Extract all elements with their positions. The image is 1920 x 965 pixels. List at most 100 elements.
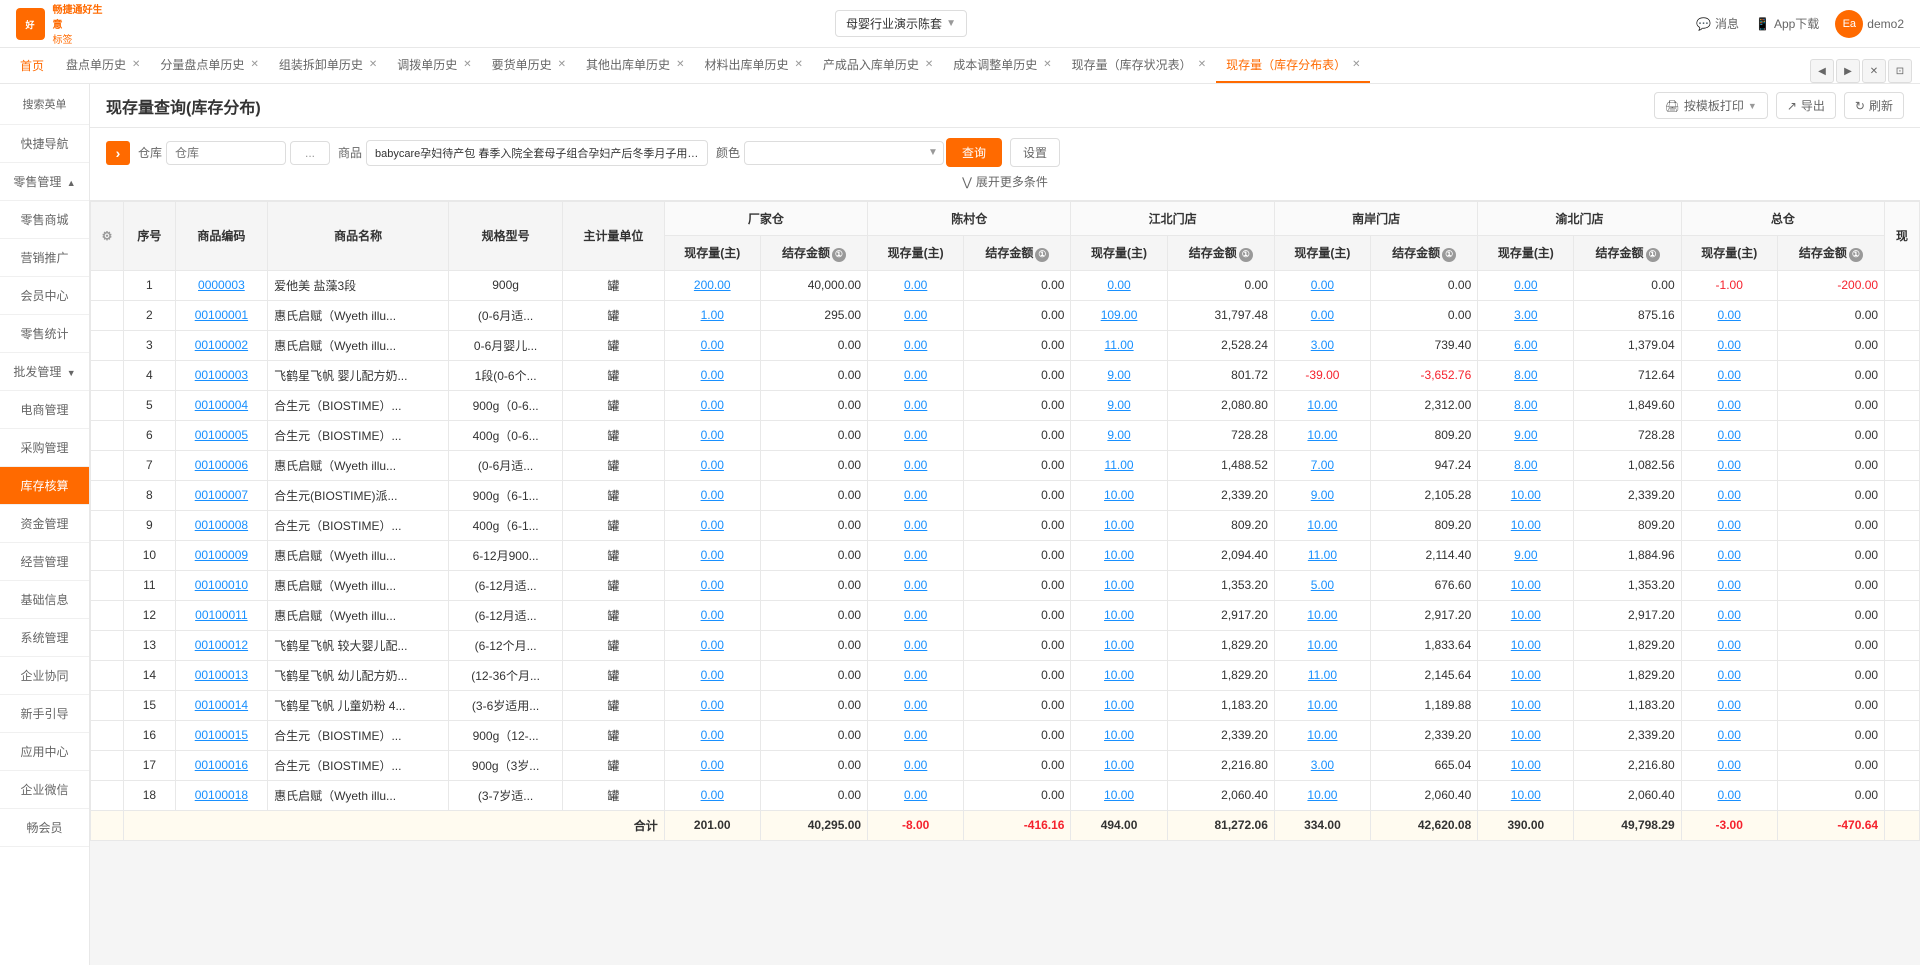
qty-link[interactable]: 0.00 [1718, 728, 1741, 742]
qty-link[interactable]: 0.00 [904, 278, 927, 292]
sidebar-item-新手引导[interactable]: 新手引导 [0, 695, 89, 733]
store-selector[interactable]: 母婴行业演示陈套 ▼ [835, 10, 967, 37]
qty-link[interactable]: 3.00 [1514, 308, 1537, 322]
qty-link[interactable]: 3.00 [1311, 338, 1334, 352]
qty-link[interactable]: 9.00 [1107, 368, 1130, 382]
qty-link[interactable]: 0.00 [904, 398, 927, 412]
qty-link[interactable]: 0.00 [1718, 308, 1741, 322]
qty-link[interactable]: 0.00 [904, 728, 927, 742]
code-link[interactable]: 00100018 [195, 788, 248, 802]
code-link[interactable]: 00100010 [195, 578, 248, 592]
qty-link[interactable]: 0.00 [701, 638, 724, 652]
qty-link[interactable]: 0.00 [904, 758, 927, 772]
tab-成本调整单历史[interactable]: 成本调整单历史 ✕ [943, 48, 1061, 83]
tab-其他出库单历史[interactable]: 其他出库单历史 ✕ [576, 48, 694, 83]
qty-link[interactable]: 9.00 [1107, 398, 1130, 412]
qty-link[interactable]: 0.00 [1718, 458, 1741, 472]
code-link[interactable]: 00100004 [195, 398, 248, 412]
code-link[interactable]: 00100001 [195, 308, 248, 322]
qty-link[interactable]: 10.00 [1307, 638, 1337, 652]
close-icon[interactable]: ✕ [250, 59, 258, 70]
qty-link[interactable]: 0.00 [904, 578, 927, 592]
qty-link[interactable]: 0.00 [1718, 698, 1741, 712]
qty-link[interactable]: 0.00 [1718, 668, 1741, 682]
nav-close-btn[interactable]: ✕ [1862, 59, 1886, 83]
qty-link[interactable]: 10.00 [1104, 698, 1134, 712]
table-area[interactable]: ⚙ 序号 商品编码 商品名称 规格型号 主计量单位 厂家仓 陈村仓 江北门店 南… [90, 201, 1920, 965]
qty-link[interactable]: 0.00 [904, 338, 927, 352]
tab-现存量库存分布表[interactable]: 现存量（库存分布表） ✕ [1216, 48, 1370, 83]
sidebar-item-快捷导航[interactable]: 快捷导航 [0, 125, 89, 163]
qty-link[interactable]: 10.00 [1104, 758, 1134, 772]
sidebar-item-批发管理[interactable]: 批发管理 ▼ [0, 353, 89, 391]
qty-link[interactable]: 0.00 [1718, 428, 1741, 442]
code-link[interactable]: 00100011 [195, 608, 248, 622]
app-download-btn[interactable]: 📱 App下载 [1755, 15, 1819, 32]
qty-link[interactable]: 8.00 [1514, 458, 1537, 472]
refresh-btn[interactable]: ↻ 刷新 [1844, 92, 1904, 119]
sidebar-item-资金管理[interactable]: 资金管理 [0, 505, 89, 543]
qty-link[interactable]: 0.00 [701, 488, 724, 502]
sidebar-item-基础信息[interactable]: 基础信息 [0, 581, 89, 619]
qty-link[interactable]: 0.00 [904, 608, 927, 622]
qty-link[interactable]: 10.00 [1511, 698, 1541, 712]
qty-link[interactable]: -1.00 [1716, 278, 1743, 292]
code-link[interactable]: 00100008 [195, 518, 248, 532]
sidebar-item-会员中心[interactable]: 会员中心 [0, 277, 89, 315]
tab-材料出库单历史[interactable]: 材料出库单历史 ✕ [694, 48, 812, 83]
code-link[interactable]: 00100005 [195, 428, 248, 442]
sidebar-item-营销推广[interactable]: 营销推广 [0, 239, 89, 277]
print-btn[interactable]: 🖨 按模板打印 ▼ [1654, 92, 1768, 119]
qty-link[interactable]: 0.00 [1718, 578, 1741, 592]
qty-link[interactable]: 0.00 [1718, 488, 1741, 502]
sidebar-item-企业协同[interactable]: 企业协同 [0, 657, 89, 695]
sidebar-item-电商管理[interactable]: 电商管理 [0, 391, 89, 429]
sidebar-item-系统管理[interactable]: 系统管理 [0, 619, 89, 657]
qty-link[interactable]: 10.00 [1307, 728, 1337, 742]
qty-link[interactable]: 10.00 [1307, 698, 1337, 712]
tab-现存量库存状况表[interactable]: 现存量（库存状况表） ✕ [1062, 48, 1216, 83]
filter-toggle-btn[interactable]: › [106, 141, 130, 165]
close-icon[interactable]: ✕ [794, 59, 802, 70]
qty-link[interactable]: 11.00 [1104, 458, 1133, 472]
qty-link[interactable]: 0.00 [701, 548, 724, 562]
sidebar-item-零售管理[interactable]: 零售管理 ▲ [0, 163, 89, 201]
qty-link[interactable]: 7.00 [1311, 458, 1334, 472]
qty-link[interactable]: 1.00 [701, 308, 724, 322]
qty-link[interactable]: 200.00 [694, 278, 731, 292]
qty-link[interactable]: 10.00 [1104, 518, 1134, 532]
qty-link[interactable]: 0.00 [1718, 368, 1741, 382]
qty-link[interactable]: 10.00 [1104, 668, 1134, 682]
nav-more-btn[interactable]: ⊡ [1888, 59, 1912, 83]
warehouse-ellipsis-btn[interactable]: ... [290, 141, 330, 165]
expand-conditions-btn[interactable]: ⋁ 展开更多条件 [106, 173, 1904, 190]
qty-link[interactable]: 0.00 [904, 458, 927, 472]
qty-link[interactable]: 10.00 [1307, 428, 1337, 442]
info-icon[interactable]: ① [1442, 248, 1456, 262]
sidebar-item-零售统计[interactable]: 零售统计 [0, 315, 89, 353]
setting-btn[interactable]: 设置 [1010, 138, 1060, 167]
user-menu[interactable]: Ea demo2 [1835, 10, 1904, 38]
sidebar-item-搜索英单[interactable]: 搜索英单 [0, 84, 89, 125]
tab-组装拆卸单历史[interactable]: 组装拆卸单历史 ✕ [269, 48, 387, 83]
qty-link[interactable]: 10.00 [1511, 668, 1541, 682]
qty-link[interactable]: 10.00 [1307, 518, 1337, 532]
qty-link[interactable]: 5.00 [1311, 578, 1334, 592]
qty-link[interactable]: 10.00 [1511, 488, 1541, 502]
close-icon[interactable]: ✕ [1198, 59, 1206, 70]
info-icon[interactable]: ① [832, 248, 846, 262]
message-btn[interactable]: 💬 消息 [1696, 15, 1739, 32]
sidebar-item-应用中心[interactable]: 应用中心 [0, 733, 89, 771]
info-icon[interactable]: ① [1646, 248, 1660, 262]
qty-link[interactable]: 3.00 [1311, 758, 1334, 772]
qty-link[interactable]: 0.00 [1718, 638, 1741, 652]
qty-link[interactable]: 0.00 [1718, 608, 1741, 622]
code-link[interactable]: 00100013 [195, 668, 248, 682]
qty-link[interactable]: 0.00 [1718, 518, 1741, 532]
qty-link[interactable]: 0.00 [1311, 278, 1334, 292]
qty-link[interactable]: 0.00 [904, 518, 927, 532]
qty-link[interactable]: 0.00 [1718, 548, 1741, 562]
qty-link[interactable]: 9.00 [1311, 488, 1334, 502]
sidebar-item-畅会员[interactable]: 畅会员 [0, 809, 89, 847]
code-link[interactable]: 00100015 [195, 728, 248, 742]
